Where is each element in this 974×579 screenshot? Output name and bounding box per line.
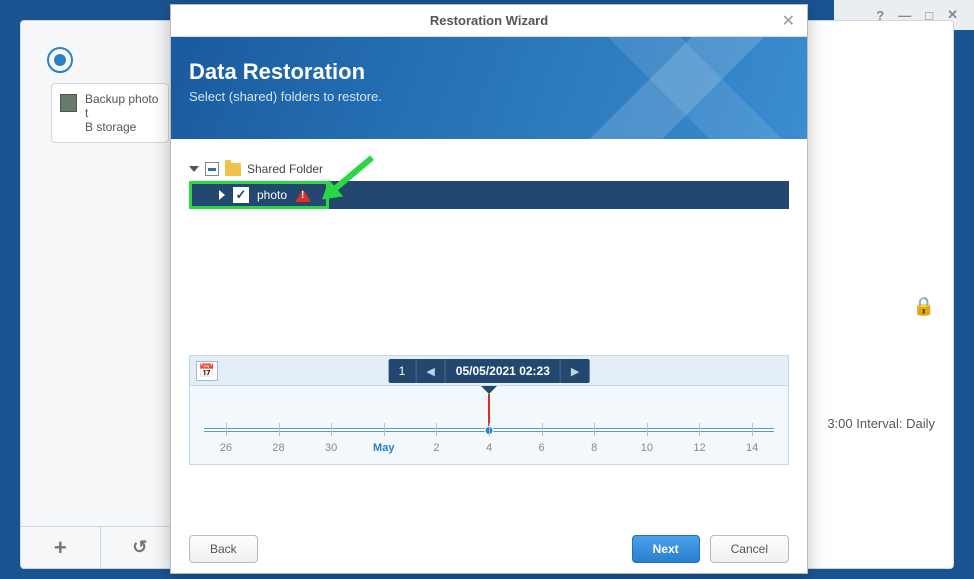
left-panel-toolbar: + ↺ <box>21 526 179 568</box>
timeline-tick-label: 8 <box>591 442 597 454</box>
timeline-tick <box>752 423 753 436</box>
caret-down-icon[interactable] <box>189 166 199 172</box>
timeline-tick-label: 28 <box>272 442 284 454</box>
timeline-tick <box>594 423 595 436</box>
modal-footer: Back Next Cancel <box>171 525 807 573</box>
cancel-button[interactable]: Cancel <box>710 535 789 563</box>
timeline: 📅 1 ◀ 05/05/2021 02:23 ▶ 262830May246810… <box>189 355 789 465</box>
timeline-tick-label: May <box>373 442 394 454</box>
timeline-tick-label: 12 <box>693 442 705 454</box>
modal-titlebar: Restoration Wizard ✕ <box>171 5 807 37</box>
history-button[interactable]: ↺ <box>100 527 180 568</box>
next-button[interactable]: Next <box>632 535 700 563</box>
timeline-tick <box>489 423 490 436</box>
timeline-tick-label: 14 <box>746 442 758 454</box>
add-button[interactable]: + <box>21 527 100 568</box>
schedule-text: 3:00 Interval: Daily <box>827 416 935 431</box>
timeline-pointer-icon <box>481 386 497 394</box>
timeline-tick-label: 4 <box>486 442 492 454</box>
timeline-tick-label: 30 <box>325 442 337 454</box>
modal-close-icon[interactable]: ✕ <box>782 11 795 31</box>
tree-child-label: photo <box>257 188 287 202</box>
timeline-prev-button[interactable]: ◀ <box>416 359 444 383</box>
timeline-page: 1 <box>389 359 416 383</box>
tree-root-label: Shared Folder <box>247 162 323 176</box>
timeline-tick <box>436 423 437 436</box>
tree-child-photo[interactable]: ✓ photo <box>189 181 789 209</box>
timeline-tick-label: 26 <box>220 442 232 454</box>
app-logo-icon <box>47 47 73 73</box>
checkbox-checked[interactable]: ✓ <box>233 187 249 203</box>
modal-header-subtitle: Select (shared) folders to restore. <box>189 89 789 104</box>
back-button[interactable]: Back <box>189 535 258 563</box>
tree-root-row[interactable]: Shared Folder <box>189 159 789 179</box>
calendar-icon <box>60 94 77 112</box>
timeline-datetime: 05/05/2021 02:23 <box>446 359 560 383</box>
timeline-badge: 1 ◀ 05/05/2021 02:23 ▶ <box>389 359 590 383</box>
timeline-header: 📅 1 ◀ 05/05/2021 02:23 ▶ <box>190 356 788 386</box>
timeline-tick <box>279 423 280 436</box>
timeline-tick <box>542 423 543 436</box>
folder-tree: Shared Folder ✓ photo <box>189 159 789 209</box>
left-panel: Backup photo t B storage + ↺ <box>20 20 180 569</box>
timeline-tick-label: 6 <box>539 442 545 454</box>
folder-icon <box>225 163 241 176</box>
modal-body: Shared Folder ✓ photo 📅 1 ◀ <box>171 139 807 525</box>
warning-icon <box>295 189 311 202</box>
timeline-tick-label: 10 <box>641 442 653 454</box>
timeline-tick <box>226 423 227 436</box>
timeline-tick <box>699 423 700 436</box>
modal-header: Data Restoration Select (shared) folders… <box>171 37 807 139</box>
timeline-tick <box>384 423 385 436</box>
modal-title: Restoration Wizard <box>430 13 548 28</box>
backup-task-item[interactable]: Backup photo t B storage <box>51 83 169 143</box>
timeline-tick <box>647 423 648 436</box>
timeline-calendar-button[interactable]: 📅 <box>196 361 218 381</box>
timeline-tick-label: 2 <box>433 442 439 454</box>
tristate-checkbox[interactable] <box>205 162 219 176</box>
modal-header-title: Data Restoration <box>189 59 789 85</box>
timeline-next-button[interactable]: ▶ <box>561 359 589 383</box>
lock-icon[interactable]: 🔒 <box>913 296 935 317</box>
caret-right-icon[interactable] <box>219 190 225 200</box>
timeline-tick <box>331 423 332 436</box>
backup-task-text: Backup photo t B storage <box>85 92 160 134</box>
restoration-wizard-modal: Restoration Wizard ✕ Data Restoration Se… <box>170 4 808 574</box>
